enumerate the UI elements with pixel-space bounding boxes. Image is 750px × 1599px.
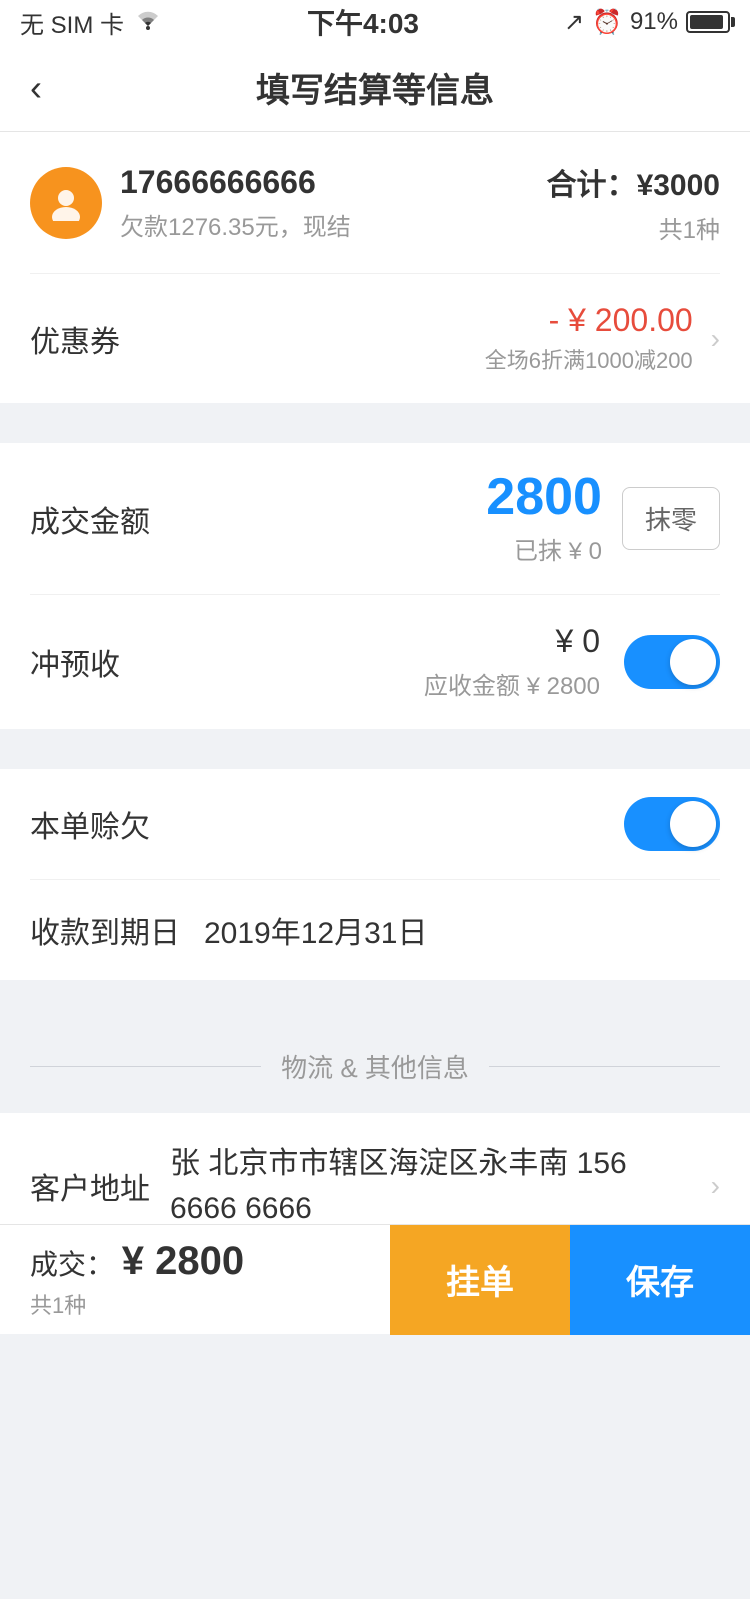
bottom-count: 共1种 [30, 1288, 360, 1320]
section-line-left [30, 1066, 261, 1067]
amount-value-wrap: 2800 已抹 ¥ 0 [486, 471, 602, 566]
customer-note: 欠款1276.35元，现结 [120, 207, 351, 242]
summary-label: 成交： [30, 1249, 114, 1280]
credit-row: 本单赊欠 [0, 769, 750, 879]
credit-label: 本单赊欠 [30, 802, 150, 846]
amount-sub: 已抹 ¥ 0 [486, 531, 602, 566]
round-button[interactable]: 抹零 [622, 487, 720, 550]
sim-status: 无 SIM 卡 [20, 5, 124, 40]
battery-percent: 91% [630, 8, 678, 36]
wifi-icon [134, 8, 162, 37]
address-value: 张 北京市市辖区海淀区永丰南 156 6666 6666 [170, 1141, 683, 1231]
bottom-bar: 成交： ¥ 2800 共1种 挂单 保存 [0, 1224, 750, 1334]
customer-row: 17666666666 欠款1276.35元，现结 合计：¥3000 共1种 [0, 132, 750, 273]
back-button[interactable]: ‹ [30, 67, 42, 109]
customer-left: 17666666666 欠款1276.35元，现结 [30, 164, 351, 242]
battery-icon [686, 11, 730, 33]
hold-button[interactable]: 挂单 [390, 1225, 570, 1335]
prepaid-sub: 应收金额 ¥ 2800 [424, 666, 600, 701]
credit-section: 本单赊欠 收款到期日 2019年12月31日 [0, 769, 750, 980]
coupon-right: - ¥ 200.00 全场6折满1000减200 › [485, 302, 720, 375]
total-count: 共1种 [547, 210, 720, 245]
coupon-value: - ¥ 200.00 全场6折满1000减200 [485, 302, 693, 375]
gray-gap-1 [0, 423, 750, 443]
credit-toggle[interactable] [624, 797, 720, 851]
status-right: ↗ ⏰ 91% [564, 8, 730, 37]
prepaid-value-wrap: ¥ 0 应收金额 ¥ 2800 [424, 623, 600, 701]
amount-label: 成交金额 [30, 497, 150, 541]
customer-right: 合计：¥3000 共1种 [547, 160, 720, 245]
coupon-desc: 全场6折满1000减200 [485, 343, 693, 375]
prepaid-row: 冲预收 ¥ 0 应收金额 ¥ 2800 [0, 595, 750, 729]
prepaid-right: ¥ 0 应收金额 ¥ 2800 [424, 623, 720, 701]
prepaid-label: 冲预收 [30, 640, 120, 684]
section-line-right [489, 1066, 720, 1067]
nav-bar: ‹ 填写结算等信息 [0, 44, 750, 132]
prepaid-amount: ¥ 0 [424, 623, 600, 660]
alarm-icon: ⏰ [592, 8, 622, 37]
due-date-label: 收款到期日 [30, 908, 180, 952]
total-amount: 合计：¥3000 [547, 160, 720, 204]
gray-gap-3 [0, 1000, 750, 1020]
date-row: 收款到期日 2019年12月31日 [0, 880, 750, 980]
logistics-label: 物流 & 其他信息 [281, 1048, 469, 1085]
amount-section: 成交金额 2800 已抹 ¥ 0 抹零 冲预收 ¥ 0 应收金额 ¥ 2800 [0, 443, 750, 729]
amount-right: 2800 已抹 ¥ 0 抹零 [486, 471, 720, 566]
toggle-knob [670, 639, 716, 685]
customer-section: 17666666666 欠款1276.35元，现结 合计：¥3000 共1种 优… [0, 132, 750, 403]
avatar [30, 167, 102, 239]
transaction-amount: 2800 [486, 471, 602, 523]
page-title: 填写结算等信息 [256, 63, 494, 112]
bottom-amount: ¥ 2800 [122, 1239, 244, 1283]
status-time: 下午4:03 [307, 2, 419, 42]
bottom-summary: 成交： ¥ 2800 共1种 [0, 1239, 390, 1320]
status-bar: 无 SIM 卡 下午4:03 ↗ ⏰ 91% [0, 0, 750, 44]
customer-phone: 17666666666 [120, 164, 351, 201]
chevron-right-icon: › [711, 323, 720, 355]
prepaid-toggle[interactable] [624, 635, 720, 689]
gray-gap-2 [0, 749, 750, 769]
coupon-label: 优惠券 [30, 317, 120, 361]
location-icon: ↗ [564, 8, 584, 37]
customer-info: 17666666666 欠款1276.35元，现结 [120, 164, 351, 242]
logistics-section-label: 物流 & 其他信息 [0, 1020, 750, 1113]
status-left: 无 SIM 卡 [20, 5, 162, 40]
due-date-value: 2019年12月31日 [204, 908, 427, 952]
bottom-title: 成交： ¥ 2800 [30, 1239, 360, 1284]
address-label: 客户地址 [30, 1164, 150, 1208]
coupon-row[interactable]: 优惠券 - ¥ 200.00 全场6折满1000减200 › [0, 274, 750, 403]
coupon-amount: - ¥ 200.00 [485, 302, 693, 339]
credit-toggle-knob [670, 801, 716, 847]
main-content: 17666666666 欠款1276.35元，现结 合计：¥3000 共1种 优… [0, 132, 750, 1599]
save-button[interactable]: 保存 [570, 1225, 750, 1335]
address-chevron-icon: › [711, 1170, 720, 1202]
amount-row: 成交金额 2800 已抹 ¥ 0 抹零 [0, 443, 750, 594]
